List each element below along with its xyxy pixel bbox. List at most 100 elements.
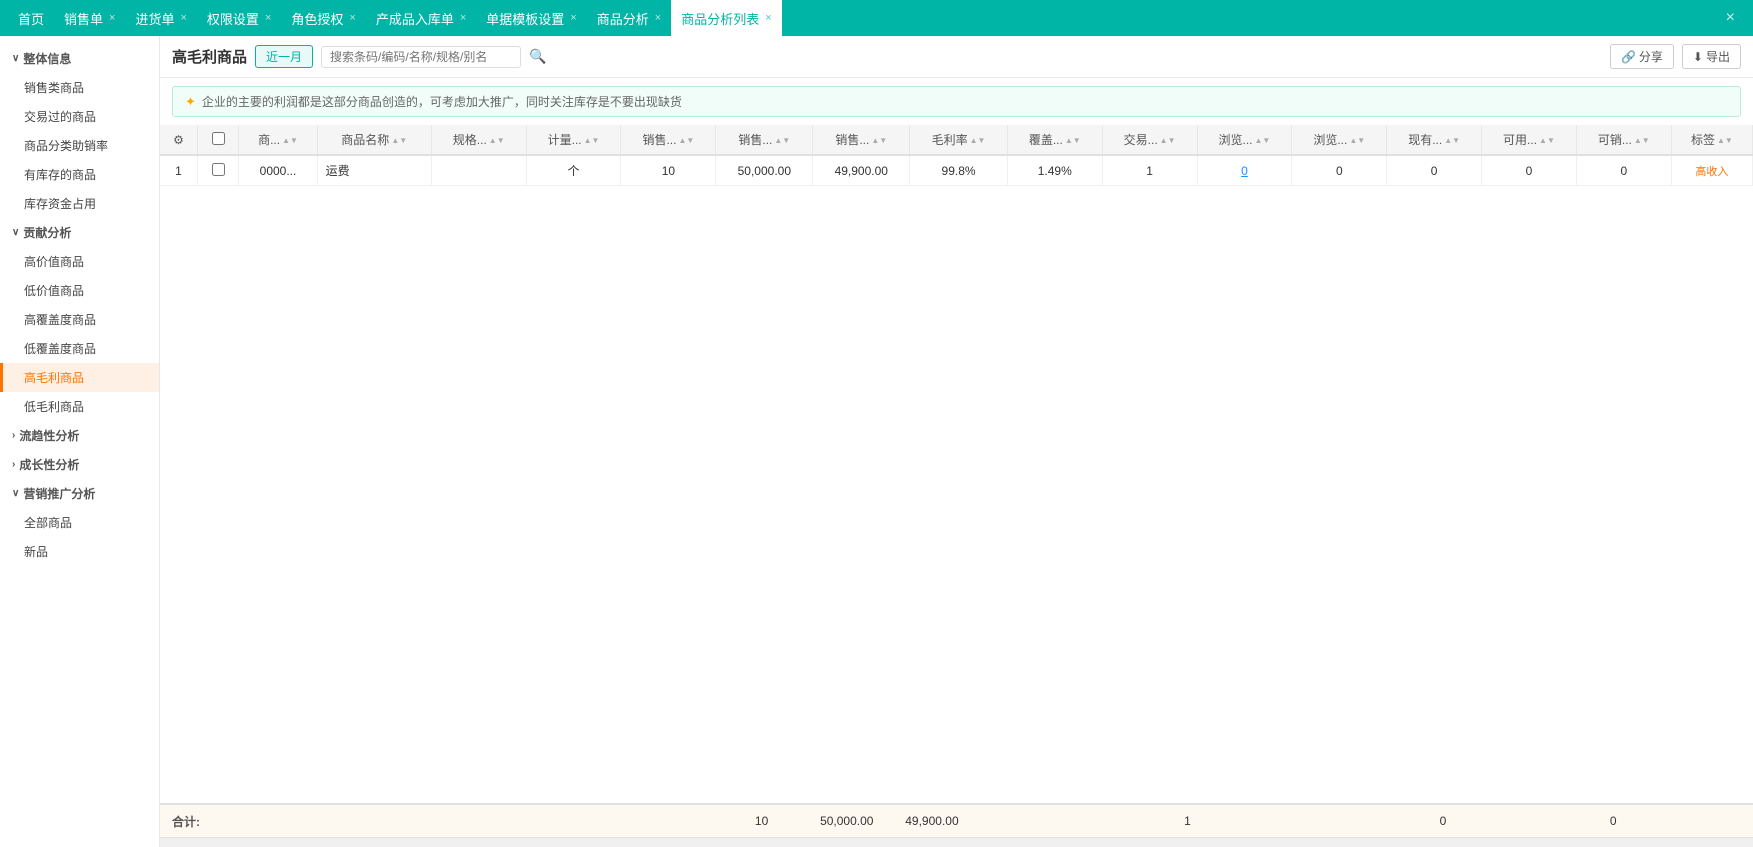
sidebar-group-营销推广分析[interactable]: ∨营销推广分析 (0, 479, 159, 508)
footer-cells: 1050,000.0049,900.00100 (208, 814, 1741, 828)
row-gross-margin: 99.8% (910, 155, 1008, 186)
nav-tab-进货单[interactable]: 进货单× (125, 0, 196, 36)
sidebar-group-贡献分析[interactable]: ∨贡献分析 (0, 218, 159, 247)
nav-tab-角色授权[interactable]: 角色授权× (281, 0, 365, 36)
sidebar-group-整体信息[interactable]: ∨整体信息 (0, 44, 159, 73)
sidebar-item-新品[interactable]: 新品 (0, 537, 159, 566)
col-header-unit[interactable]: 计量...▲▼ (526, 125, 621, 155)
sidebar-group-流趋性分析[interactable]: ›流趋性分析 (0, 421, 159, 450)
sidebar-item-高覆盖度商品[interactable]: 高覆盖度商品 (0, 305, 159, 334)
col-header-gross_margin[interactable]: 毛利率▲▼ (910, 125, 1008, 155)
close-tab-icon[interactable]: × (570, 12, 576, 24)
export-button[interactable]: ⬇ 导出 (1682, 44, 1741, 69)
sort-icon-available[interactable]: ▲▼ (1539, 136, 1555, 145)
col-header-spec[interactable]: 规格...▲▼ (431, 125, 526, 155)
close-tab-icon[interactable]: × (265, 12, 271, 24)
col-header-sellable[interactable]: 可销...▲▼ (1576, 125, 1671, 155)
share-label: 分享 (1639, 48, 1663, 65)
col-header-trade[interactable]: 交易...▲▼ (1102, 125, 1197, 155)
nav-tab-单据模板设置[interactable]: 单据模板设置× (476, 0, 586, 36)
sidebar-item-全部商品[interactable]: 全部商品 (0, 508, 159, 537)
nav-tab-商品分析列表[interactable]: 商品分析列表× (671, 0, 781, 36)
col-header-sales_profit[interactable]: 销售...▲▼ (813, 125, 910, 155)
sort-icon-sales_amt[interactable]: ▲▼ (774, 136, 790, 145)
sidebar-item-高毛利商品[interactable]: 高毛利商品 (0, 363, 159, 392)
sort-icon-trade[interactable]: ▲▼ (1160, 136, 1176, 145)
sidebar-item-有库存的商品[interactable]: 有库存的商品 (0, 160, 159, 189)
col-header-sales_amt[interactable]: 销售...▲▼ (716, 125, 813, 155)
sort-icon-coverage[interactable]: ▲▼ (1065, 136, 1081, 145)
content-header: 高毛利商品 近一月 🔍 🔗 分享 ⬇ 导出 (160, 36, 1753, 78)
nav-tab-商品分析[interactable]: 商品分析× (587, 0, 671, 36)
bottom-scrollbar[interactable] (160, 837, 1753, 847)
sidebar-item-低价值商品[interactable]: 低价值商品 (0, 276, 159, 305)
footer-cell (1656, 814, 1741, 828)
sidebar-item-库存资金占用[interactable]: 库存资金占用 (0, 189, 159, 218)
sidebar-group-成长性分析[interactable]: ›成长性分析 (0, 450, 159, 479)
sidebar-item-商品分类助销率[interactable]: 商品分类助销率 (0, 131, 159, 160)
table-header-row: ⚙商...▲▼商品名称▲▼规格...▲▼计量...▲▼销售...▲▼销售...▲… (160, 125, 1753, 155)
sort-icon-sales_qty[interactable]: ▲▼ (678, 136, 694, 145)
sidebar-item-交易过的商品[interactable]: 交易过的商品 (0, 102, 159, 131)
info-bar: ✦ 企业的主要的利润都是这部分商品创造的，可考虑加大推广，同时关注库存是不要出现… (172, 86, 1741, 117)
col-header-current[interactable]: 现有...▲▼ (1387, 125, 1482, 155)
sort-icon-current[interactable]: ▲▼ (1444, 136, 1460, 145)
export-label: 导出 (1706, 48, 1730, 65)
share-icon: 🔗 (1621, 50, 1636, 64)
col-header-sales_qty[interactable]: 销售...▲▼ (621, 125, 716, 155)
row-view1[interactable]: 0 (1197, 155, 1292, 186)
sort-icon-sellable[interactable]: ▲▼ (1634, 136, 1650, 145)
col-header-available[interactable]: 可用...▲▼ (1482, 125, 1577, 155)
footer-cell: 0 (1571, 814, 1656, 828)
sidebar-item-高价值商品[interactable]: 高价值商品 (0, 247, 159, 276)
nav-tab-首页[interactable]: 首页 (8, 0, 54, 36)
row-checkbox[interactable] (198, 155, 239, 186)
sort-icon-gross_margin[interactable]: ▲▼ (970, 136, 986, 145)
sort-icon-code[interactable]: ▲▼ (282, 136, 298, 145)
filter-recent-month-button[interactable]: 近一月 (255, 45, 313, 68)
sort-icon-spec[interactable]: ▲▼ (489, 136, 505, 145)
nav-tab-销售单[interactable]: 销售单× (54, 0, 125, 36)
select-all-checkbox[interactable] (212, 132, 225, 145)
col-header-name[interactable]: 商品名称▲▼ (317, 125, 431, 155)
close-tab-icon[interactable]: × (460, 12, 466, 24)
sidebar-item-低毛利商品[interactable]: 低毛利商品 (0, 392, 159, 421)
share-button[interactable]: 🔗 分享 (1610, 44, 1674, 69)
search-input[interactable] (321, 46, 521, 68)
row-coverage: 1.49% (1007, 155, 1102, 186)
row-index: 1 (160, 155, 198, 186)
group-arrow-icon: › (12, 430, 15, 441)
close-tab-icon[interactable]: × (180, 12, 186, 24)
close-tab-icon[interactable]: × (765, 12, 771, 24)
row-select-checkbox[interactable] (212, 163, 225, 176)
col-header-checkbox[interactable] (198, 125, 239, 155)
nav-tab-产成品入库单[interactable]: 产成品入库单× (366, 0, 476, 36)
search-button[interactable]: 🔍 (529, 48, 546, 65)
close-tab-icon[interactable]: × (109, 12, 115, 24)
sidebar-item-低覆盖度商品[interactable]: 低覆盖度商品 (0, 334, 159, 363)
col-header-settings[interactable]: ⚙ (160, 125, 198, 155)
settings-icon[interactable]: ⚙ (173, 133, 184, 147)
row-trade: 1 (1102, 155, 1197, 186)
sort-icon-unit[interactable]: ▲▼ (584, 136, 600, 145)
nav-tab-权限设置[interactable]: 权限设置× (197, 0, 281, 36)
sort-icon-sales_profit[interactable]: ▲▼ (871, 136, 887, 145)
sort-icon-view2[interactable]: ▲▼ (1349, 136, 1365, 145)
col-header-coverage[interactable]: 覆盖...▲▼ (1007, 125, 1102, 155)
sidebar-item-销售类商品[interactable]: 销售类商品 (0, 73, 159, 102)
close-tab-icon[interactable]: × (655, 12, 661, 24)
close-tab-icon[interactable]: × (349, 12, 355, 24)
row-spec (431, 155, 526, 186)
window-close-button[interactable]: × (1716, 9, 1745, 27)
export-icon: ⬇ (1693, 50, 1703, 64)
sort-icon-view1[interactable]: ▲▼ (1255, 136, 1271, 145)
col-header-tag[interactable]: 标签▲▼ (1671, 125, 1752, 155)
col-header-view1[interactable]: 浏览...▲▼ (1197, 125, 1292, 155)
sort-icon-name[interactable]: ▲▼ (391, 136, 407, 145)
table-wrapper[interactable]: ⚙商...▲▼商品名称▲▼规格...▲▼计量...▲▼销售...▲▼销售...▲… (160, 125, 1753, 803)
footer-cell: 0 (1400, 814, 1485, 828)
col-header-code[interactable]: 商...▲▼ (239, 125, 317, 155)
footer-cell: 1 (1145, 814, 1230, 828)
col-header-view2[interactable]: 浏览...▲▼ (1292, 125, 1387, 155)
sort-icon-tag[interactable]: ▲▼ (1717, 136, 1733, 145)
